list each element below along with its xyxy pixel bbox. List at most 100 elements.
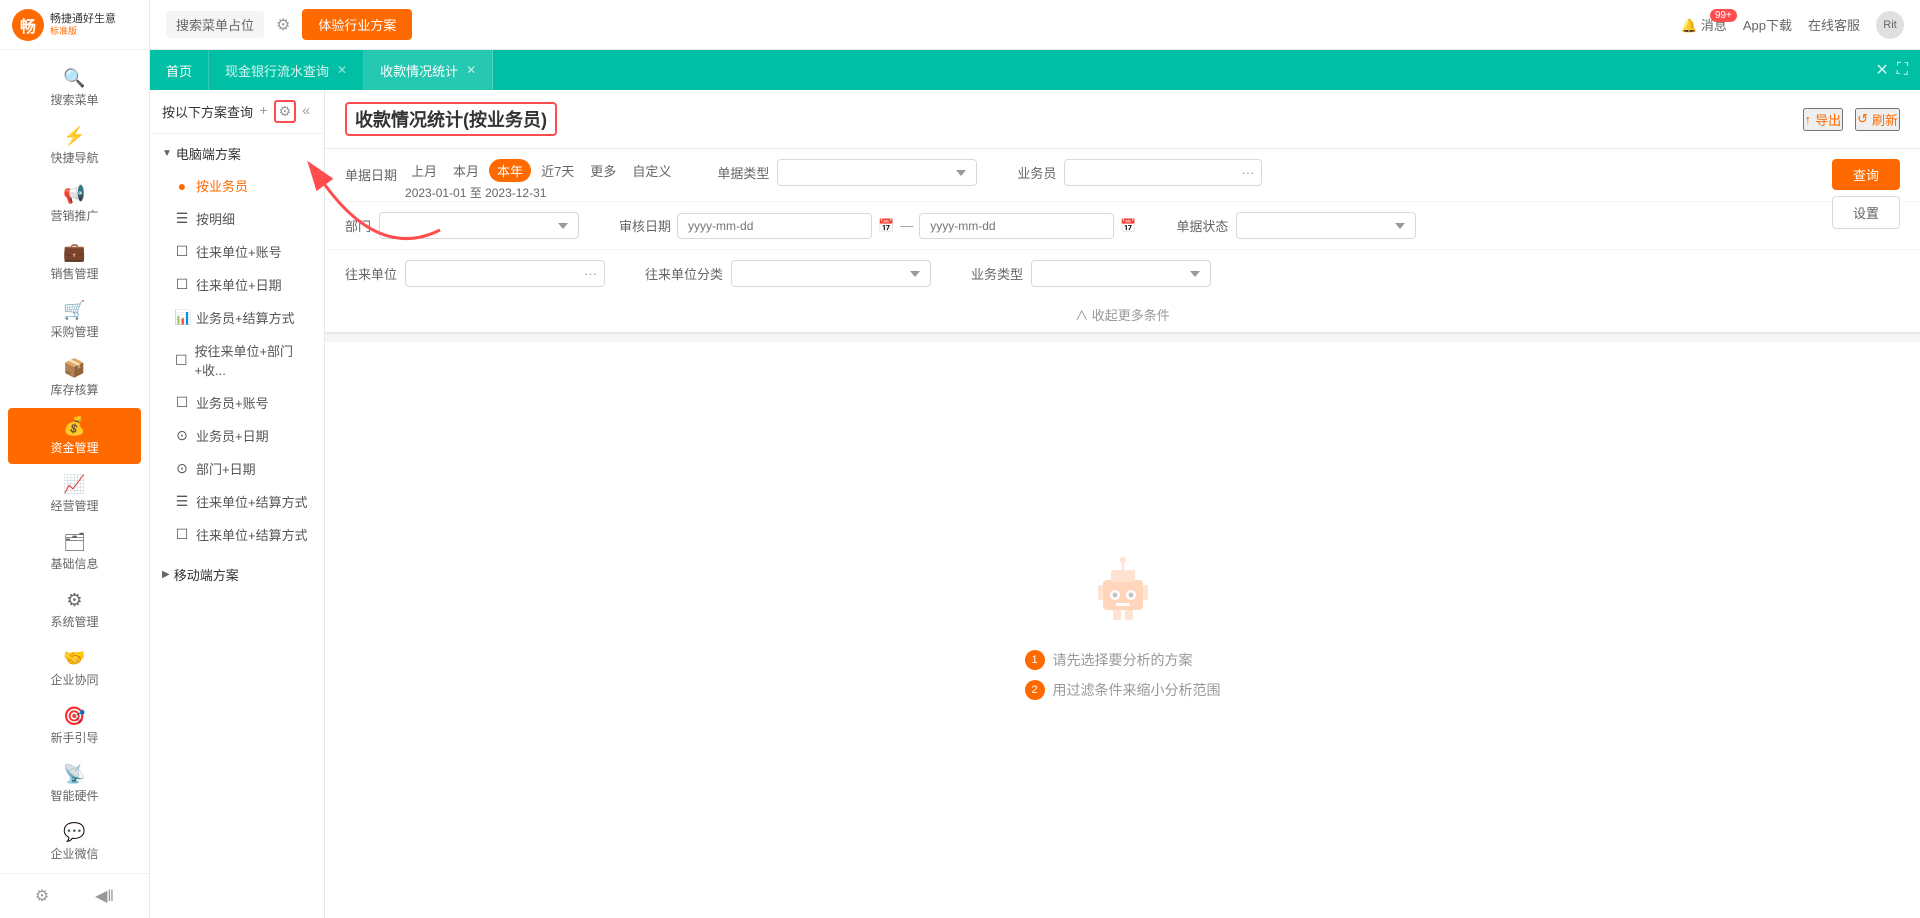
tab-home[interactable]: 首页 [150, 50, 209, 90]
scheme-item-1[interactable]: ☰按明细 [150, 202, 324, 235]
scheme-item-0[interactable]: ●按业务员 [150, 169, 324, 202]
sidebar-item-sales[interactable]: 💼销售管理 [8, 234, 141, 290]
collapse-panel-button[interactable]: « [300, 100, 312, 123]
scheme-label-10: 往来单位+结算方式 [196, 525, 308, 544]
sidebar-item-inventory[interactable]: 📦库存核算 [8, 350, 141, 406]
scheme-item-9[interactable]: ☰往来单位+结算方式 [150, 485, 324, 518]
tab-maximize-icon[interactable]: ⛶ [1897, 61, 1908, 79]
sidebar-item-search[interactable]: 🔍 搜索菜单 [8, 60, 141, 116]
scheme-item-8[interactable]: ⊙ 部门+日期 [150, 452, 324, 485]
tab-bank-flow-close[interactable]: ✕ [337, 63, 347, 77]
scheme-item-3[interactable]: ☐往来单位+日期 [150, 268, 324, 301]
date-last-month[interactable]: 上月 [405, 159, 443, 182]
query-button[interactable]: 查询 [1832, 159, 1900, 190]
doc-status-select[interactable] [1236, 212, 1416, 239]
sidebar-item-smart-hw[interactable]: 📡智能硬件 [8, 756, 141, 812]
sidebar-item-operations[interactable]: 📈经营管理 [8, 466, 141, 522]
scheme-icon-10: ☐ [174, 526, 190, 543]
message-badge[interactable]: 🔔 消息 99+ [1681, 15, 1727, 34]
sidebar-item-label-sales: 销售管理 [50, 265, 98, 282]
counterpart-dots-icon[interactable]: ··· [584, 266, 597, 281]
trial-industry-button[interactable]: 体验行业方案 [302, 9, 412, 40]
refresh-button[interactable]: ↺ 刷新 [1855, 108, 1900, 131]
page-title-actions: ↑ 导出 ↺ 刷新 [1803, 108, 1900, 131]
scheme-item-6[interactable]: ☐业务员+账号 [150, 386, 324, 419]
scheme-group-mobile-header[interactable]: ▶ 移动端方案 [150, 559, 324, 590]
tab-controls: ✕ ⛶ [1863, 60, 1920, 80]
top-header: 搜索菜单占位 ⚙ 体验行业方案 🔔 消息 99+ App下载 在线客服 Rit [150, 0, 1920, 50]
scheme-icon-8: ⊙ [174, 460, 190, 477]
scheme-settings-button[interactable]: ⚙ [274, 100, 297, 123]
sidebar-bottom: ⚙ ◀‖ [0, 873, 149, 918]
counterpart-input[interactable] [405, 260, 605, 287]
doc-type-select[interactable] [777, 159, 977, 186]
date-custom[interactable]: 自定义 [626, 159, 677, 182]
scheme-items-desktop: ●按业务员☰按明细☐往来单位+账号☐往来单位+日期📊业务员+结算方式☐按往来单位… [150, 169, 324, 551]
search-icon: 🔍 [63, 68, 85, 89]
sidebar-item-corp-wechat[interactable]: 💬企业微信 [8, 814, 141, 870]
sidebar-item-label-search: 搜索菜单 [50, 91, 98, 108]
add-scheme-button[interactable]: + [257, 100, 269, 123]
scheme-label-7: 业务员+日期 [196, 426, 269, 445]
collapse-filter-bar[interactable]: ∧ 收起更多条件 [325, 297, 1920, 333]
collapse-filter-btn[interactable]: ∧ 收起更多条件 [1075, 308, 1170, 323]
date-last-7-days[interactable]: 近7天 [535, 159, 580, 182]
review-date-end[interactable] [919, 213, 1114, 239]
scheme-group-desktop-header[interactable]: ▼ 电脑端方案 [150, 138, 324, 169]
sidebar-item-label-marketing: 营销推广 [50, 207, 98, 224]
salesman-input[interactable] [1064, 159, 1262, 186]
date-this-month[interactable]: 本月 [447, 159, 485, 182]
left-panel-title: 按以下方案查询 [162, 102, 253, 121]
settings-bottom-icon[interactable]: ⚙ [35, 886, 49, 906]
dept-select[interactable] [379, 212, 579, 239]
tab-receipt-stat[interactable]: 收款情况统计 ✕ [364, 50, 493, 90]
salesman-label: 业务员 [1017, 163, 1056, 182]
empty-step-2: 2 用过滤条件来缩小分析范围 [1025, 680, 1221, 700]
sidebar-item-label-quick-nav: 快捷导航 [50, 149, 98, 166]
date-range-display: 2023-01-01 至 2023-12-31 [405, 184, 677, 201]
date-more[interactable]: 更多 [584, 159, 622, 182]
biz-type-select[interactable] [1031, 260, 1211, 287]
scheme-item-2[interactable]: ☐往来单位+账号 [150, 235, 324, 268]
cal-icon-1[interactable]: 📅 [878, 218, 894, 234]
scheme-item-5[interactable]: ☐按往来单位+部门+收... [150, 334, 324, 386]
counterpart-label: 往来单位 [345, 264, 397, 283]
group-arrow-mobile-icon: ▶ [162, 569, 170, 580]
sidebar-item-label-corp-collab: 企业协同 [50, 671, 98, 688]
user-avatar[interactable]: Rit [1876, 11, 1904, 39]
review-date-start[interactable] [677, 213, 872, 239]
sidebar-item-marketing[interactable]: 📢营销推广 [8, 176, 141, 232]
sidebar-item-system[interactable]: ⚙系统管理 [8, 582, 141, 638]
sidebar-item-finance[interactable]: 💰资金管理 [8, 408, 141, 464]
app-download-link[interactable]: App下载 [1743, 15, 1792, 34]
tab-receipt-stat-close[interactable]: ✕ [466, 63, 476, 77]
collapse-sidebar-icon[interactable]: ◀‖ [95, 886, 114, 906]
sidebar-item-label-operations: 经营管理 [50, 497, 98, 514]
scheme-label-8: 部门+日期 [196, 459, 256, 478]
empty-state: 1 请先选择要分析的方案 2 用过滤条件来缩小分析范围 [325, 342, 1920, 918]
sidebar-item-basic-info[interactable]: 🗂基础信息 [8, 524, 141, 580]
sidebar-item-corp-collab[interactable]: 🤝企业协同 [8, 640, 141, 696]
cal-icon-2[interactable]: 📅 [1120, 218, 1136, 234]
header-gear-icon[interactable]: ⚙ [276, 15, 290, 35]
settings-button[interactable]: 设置 [1832, 196, 1900, 229]
export-button[interactable]: ↑ 导出 [1803, 108, 1844, 131]
sidebar-item-quick-nav[interactable]: ⚡快捷导航 [8, 118, 141, 174]
scheme-label-0: 按业务员 [196, 176, 248, 195]
scheme-item-4[interactable]: 📊业务员+结算方式 [150, 301, 324, 334]
sidebar-item-purchase[interactable]: 🛒采购管理 [8, 292, 141, 348]
date-this-year[interactable]: 本年 [489, 159, 531, 182]
salesman-dots-icon[interactable]: ··· [1241, 165, 1254, 180]
tab-close-window-icon[interactable]: ✕ [1875, 60, 1888, 80]
tab-bank-flow[interactable]: 现金银行流水查询 ✕ [209, 50, 364, 90]
online-service-link[interactable]: 在线客服 [1808, 15, 1860, 34]
scheme-item-7[interactable]: ⊙业务员+日期 [150, 419, 324, 452]
counterpart-cat-select[interactable] [731, 260, 931, 287]
sidebar-item-newcomer[interactable]: 🎯新手引导 [8, 698, 141, 754]
sidebar-item-label-basic-info: 基础信息 [50, 555, 98, 572]
date-separator: — [900, 218, 913, 233]
sidebar-item-label-inventory: 库存核算 [50, 381, 98, 398]
scheme-item-10[interactable]: ☐ 往来单位+结算方式 [150, 518, 324, 551]
scheme-icon-4: 📊 [174, 309, 190, 326]
counterpart-cat-label: 往来单位分类 [645, 264, 723, 283]
